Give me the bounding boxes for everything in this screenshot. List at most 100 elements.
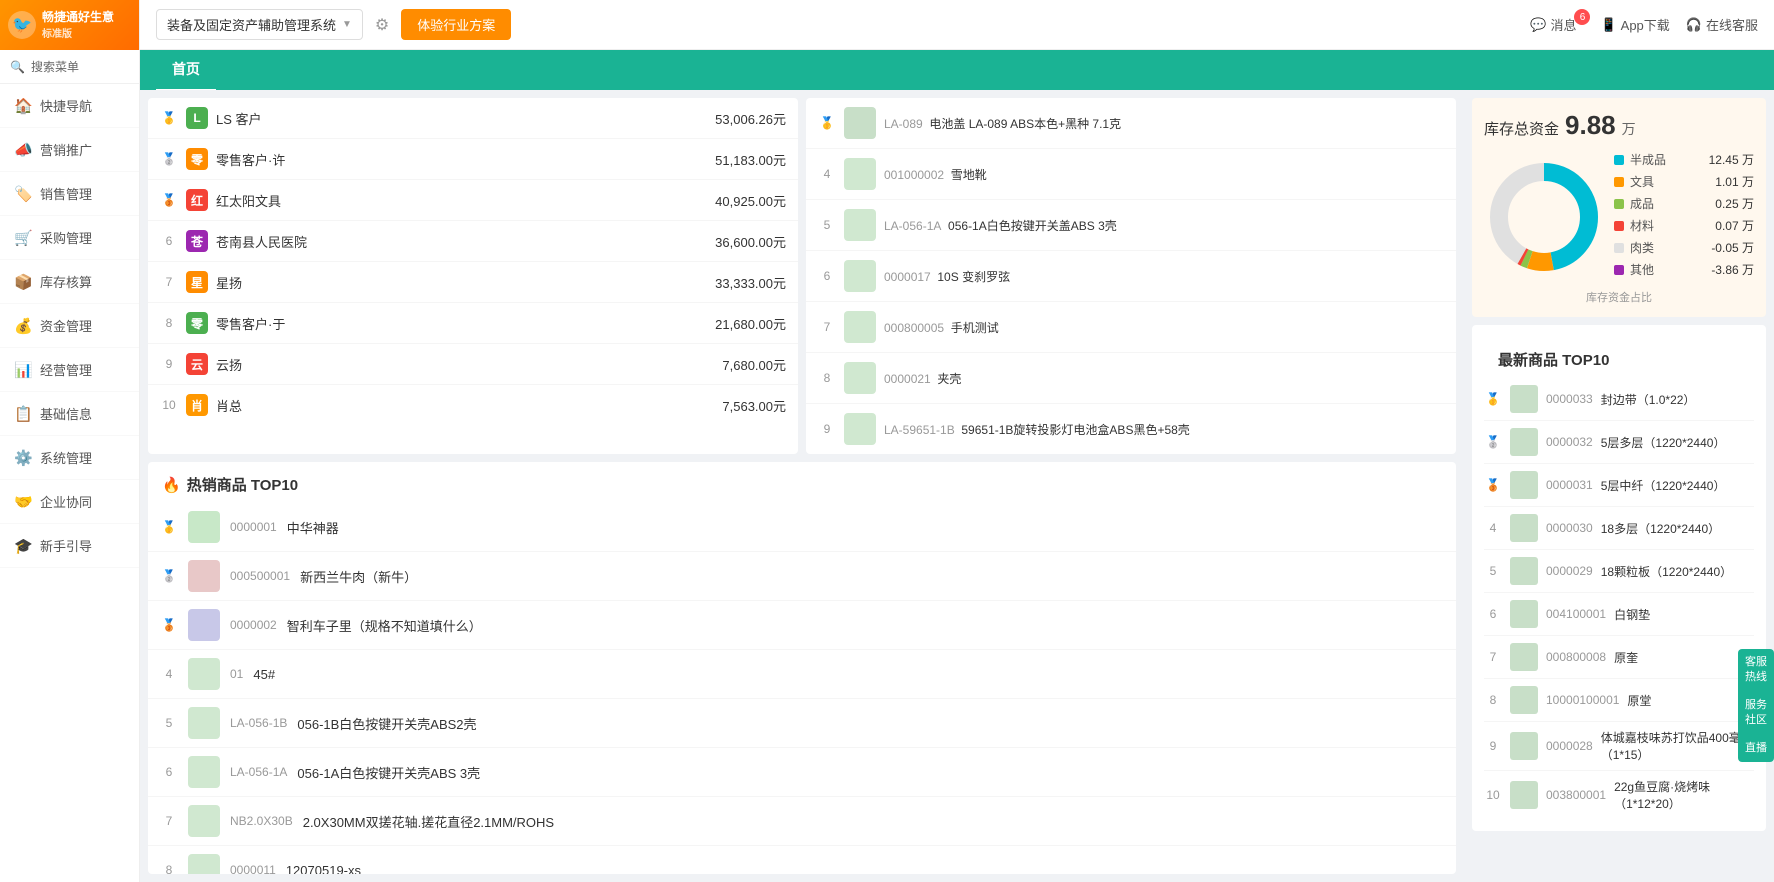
logo-icon: 🐦 — [8, 11, 36, 39]
rank-number: 8 — [160, 863, 178, 874]
inventory-sub-label: 库存资金占比 — [1484, 289, 1754, 305]
sidebar-item-sales[interactable]: 🏷️ 销售管理 — [0, 172, 139, 216]
customer-amount: 7,563.00元 — [722, 396, 786, 415]
sidebar-item-label: 快捷导航 — [40, 96, 92, 115]
sidebar-item-finance[interactable]: 💰 资金管理 — [0, 304, 139, 348]
product-code: 0000002 — [230, 618, 277, 632]
marketing-icon: 📣 — [14, 141, 32, 159]
medal-icon: 🥉 — [1484, 478, 1502, 492]
customer-ranking-table: 🥇 L LS 客户 53,006.26元 🥈 零 零售客户·许 51,183.0… — [148, 98, 798, 425]
product-code: 0000028 — [1546, 739, 1593, 753]
customer-name: LS 客户 — [216, 109, 707, 128]
online-service-item[interactable]: 🎧 在线客服 — [1686, 15, 1758, 34]
customer-amount: 40,925.00元 — [715, 191, 786, 210]
inventory-panel: 库存总资金 9.88 万 — [1472, 98, 1766, 317]
customer-hotline-button[interactable]: 客服 热线 — [1738, 649, 1774, 692]
nav-home[interactable]: 首页 — [156, 49, 216, 91]
product-image — [1510, 732, 1538, 760]
product-name: 中华神器 — [287, 518, 1444, 537]
medal-icon: 🥈 — [160, 569, 178, 583]
sidebar-item-quick-nav[interactable]: 🏠 快捷导航 — [0, 84, 139, 128]
app-download-item[interactable]: 📱 App下载 — [1600, 15, 1669, 34]
system-icon: ⚙️ — [14, 449, 32, 467]
sidebar-item-marketing[interactable]: 📣 营销推广 — [0, 128, 139, 172]
customer-name: 红太阳文具 — [216, 191, 707, 210]
system-selector[interactable]: 装备及固定资产辅助管理系统 ▼ — [156, 9, 363, 40]
settings-icon[interactable]: ⚙ — [375, 15, 389, 35]
system-name: 装备及固定资产辅助管理系统 — [167, 15, 336, 34]
product-image — [188, 609, 220, 641]
rank-number: 7 — [1484, 650, 1502, 664]
customer-name: 云扬 — [216, 355, 714, 374]
basic-icon: 📋 — [14, 405, 32, 423]
legend-item: 成品 0.25 万 — [1614, 195, 1754, 212]
legend-value: 0.25 万 — [1715, 195, 1754, 212]
sidebar-item-label: 企业协同 — [40, 492, 92, 511]
product-image — [188, 854, 220, 874]
rank-number: 4 — [818, 167, 836, 181]
customer-name: 苍南县人民医院 — [216, 232, 707, 251]
app-download-label: App下载 — [1621, 15, 1670, 34]
table-row: 5 LA-056-1A 056-1A白色按键开关盖ABS 3壳 — [806, 200, 1456, 251]
medal-icon: 🥇 — [818, 116, 836, 130]
sidebar-item-label: 库存核算 — [40, 272, 92, 291]
product-code: 0000032 — [1546, 435, 1593, 449]
product-info: LA-59651-1B 59651-1B旋转投影灯电池盒ABS黑色+58壳 — [884, 421, 1444, 438]
medal-gold-icon: 🥇 — [160, 111, 178, 125]
product-image — [1510, 471, 1538, 499]
product-info: 000800005 手机测试 — [884, 319, 1444, 336]
service-community-button[interactable]: 服务 社区 — [1738, 692, 1774, 735]
rank-number: 4 — [160, 667, 178, 681]
list-item: 4 0000030 18多层（1220*2440） — [1484, 507, 1754, 550]
list-item: 10 003800001 22g鱼豆腐·烧烤味（1*12*20） — [1484, 771, 1754, 819]
customer-badge: 星 — [186, 271, 208, 293]
live-button[interactable]: 直播 — [1738, 735, 1774, 762]
product-name: 056-1B白色按键开关壳ABS2壳 — [297, 714, 1444, 733]
product-image — [188, 707, 220, 739]
customer-amount: 21,680.00元 — [715, 314, 786, 333]
legend-item: 肉类 -0.05 万 — [1614, 239, 1754, 256]
product-name: 原奎 — [1614, 649, 1754, 666]
sidebar-item-inventory[interactable]: 📦 库存核算 — [0, 260, 139, 304]
list-item: 🥉 0000031 5层中纤（1220*2440） — [1484, 464, 1754, 507]
product-info: LA-056-1A 056-1A白色按键开关盖ABS 3壳 — [884, 217, 1444, 234]
product-code: 003800001 — [1546, 788, 1606, 802]
product-name: 22g鱼豆腐·烧烤味（1*12*20） — [1614, 778, 1754, 812]
hot-products-panel: 🔥 热销商品 TOP10 🥇 0000001 中华神器 🥈 000500001 — [148, 462, 1456, 874]
product-code: 000800008 — [1546, 650, 1606, 664]
sidebar-item-purchase[interactable]: 🛒 采购管理 — [0, 216, 139, 260]
message-label: 消息 — [1550, 15, 1576, 34]
fire-icon: 🔥 — [162, 476, 181, 494]
sidebar-item-guide[interactable]: 🎓 新手引导 — [0, 524, 139, 568]
message-badge-item[interactable]: 💬 消息 6 — [1530, 15, 1584, 34]
sidebar-item-corp[interactable]: 🤝 企业协同 — [0, 480, 139, 524]
donut-legend: 半成品 12.45 万 文具 1.01 万 成品 0.25 万 — [1614, 151, 1754, 283]
table-row: 🥉 红 红太阳文具 40,925.00元 — [148, 180, 798, 221]
product-image — [1510, 428, 1538, 456]
hot-products-list: 🥇 0000001 中华神器 🥈 000500001 新西兰牛肉（新牛） 🥉 — [148, 503, 1456, 874]
trial-button[interactable]: 体验行业方案 — [401, 9, 511, 40]
list-item: 8 10000100001 原堂 — [1484, 679, 1754, 722]
sidebar-item-system[interactable]: ⚙️ 系统管理 — [0, 436, 139, 480]
legend-color — [1614, 265, 1624, 275]
legend-item: 文具 1.01 万 — [1614, 173, 1754, 190]
search-menu-item[interactable]: 🔍 搜索菜单 — [0, 50, 139, 84]
table-row: 6 0000017 10S 变刹罗弦 — [806, 251, 1456, 302]
product-code: 0000033 — [1546, 392, 1593, 406]
product-image — [844, 158, 876, 190]
customer-amount: 51,183.00元 — [715, 150, 786, 169]
product-ranking-table: 🥇 LA-089 电池盖 LA-089 ABS本色+黑种 7.1克 4 0010… — [806, 98, 1456, 454]
table-row: 9 云 云扬 7,680.00元 — [148, 344, 798, 385]
product-image — [844, 413, 876, 445]
product-image — [1510, 514, 1538, 542]
sidebar-item-basic[interactable]: 📋 基础信息 — [0, 392, 139, 436]
list-item: 6 LA-056-1A 056-1A白色按键开关壳ABS 3壳 — [148, 748, 1456, 797]
list-item: 🥈 000500001 新西兰牛肉（新牛） — [148, 552, 1456, 601]
list-item: 7 NB2.0X30B 2.0X30MM双搓花轴.搓花直径2.1MM/ROHS — [148, 797, 1456, 846]
sidebar-logo: 🐦 畅捷通好生意 标准版 — [0, 0, 139, 50]
product-image — [1510, 557, 1538, 585]
table-row: 8 零 零售客户·于 21,680.00元 — [148, 303, 798, 344]
product-image — [844, 107, 876, 139]
home-icon: 🏠 — [14, 97, 32, 115]
sidebar-item-operation[interactable]: 📊 经营管理 — [0, 348, 139, 392]
